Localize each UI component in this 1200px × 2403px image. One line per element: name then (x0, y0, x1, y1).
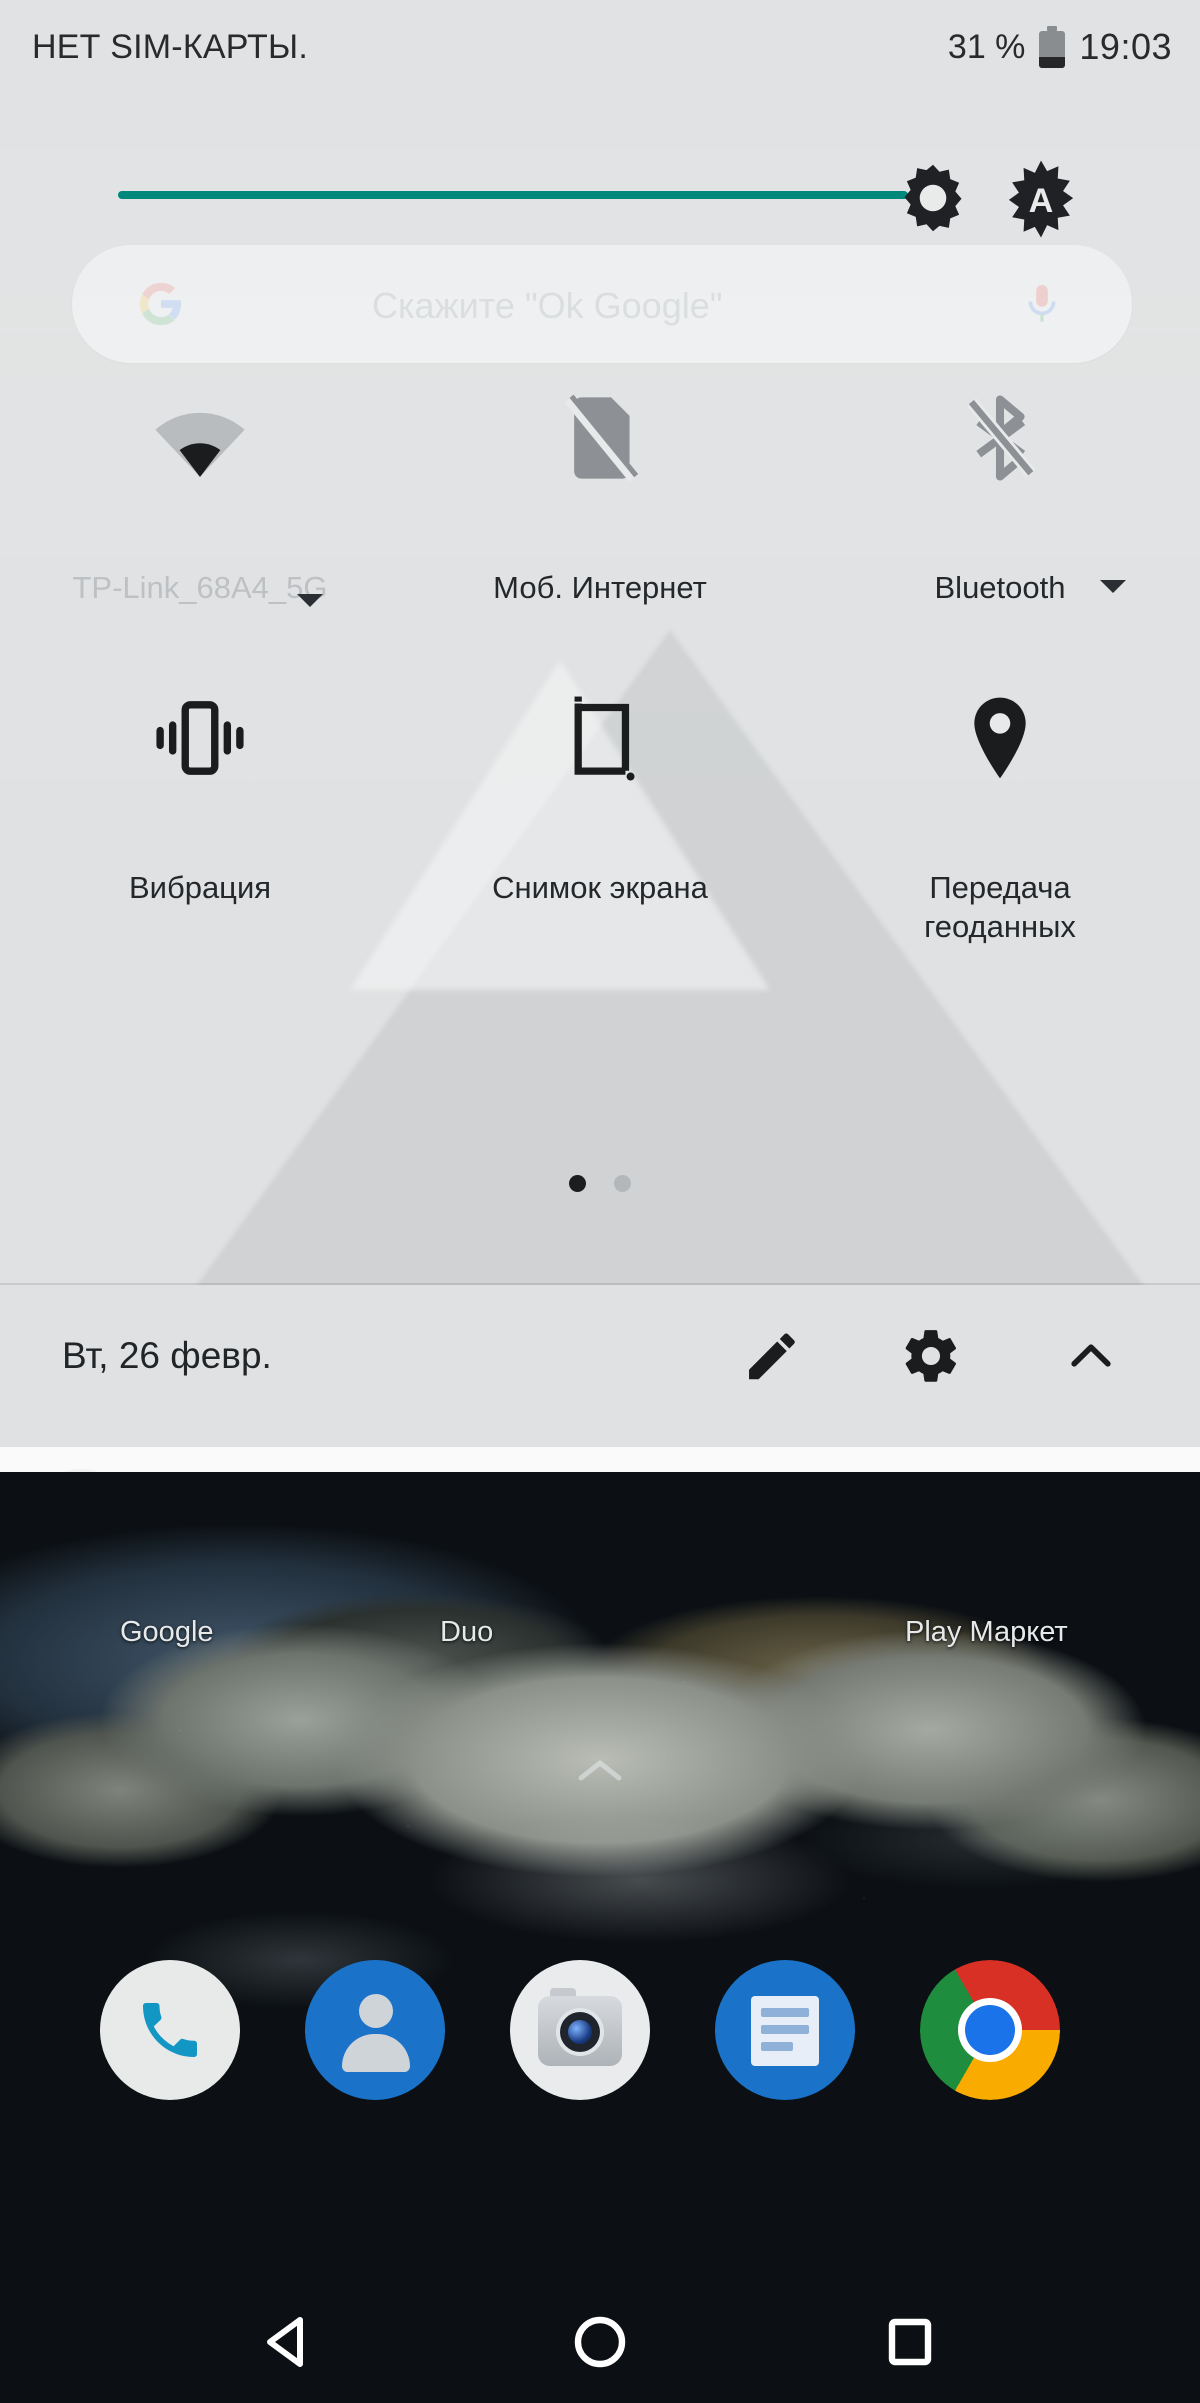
chrome-icon (920, 1960, 1060, 2100)
chevron-up-icon[interactable] (1060, 1325, 1122, 1387)
dock (0, 1960, 1200, 2130)
gear-icon[interactable] (900, 1325, 962, 1387)
google-search-bar[interactable]: Скажите "Ok Google" (72, 245, 1132, 363)
carrier-label: НЕТ SIM-КАРТЫ. (32, 28, 308, 66)
microphone-icon[interactable] (1022, 281, 1062, 329)
notification-shade: НЕТ SIM-КАРТЫ. 31 % 19:03 A Скажите "Ok … (0, 0, 1200, 1472)
status-bar-right: 31 % 19:03 (948, 26, 1172, 68)
folder-label-duo[interactable]: Duo (440, 1616, 493, 1649)
notification-antutu[interactable]: 23℃/73,4℉ Темп. батареи (0, 1447, 1200, 1472)
wifi-icon (0, 378, 400, 498)
sim-off-icon (400, 378, 800, 498)
battery-low-icon (1039, 26, 1066, 68)
quick-tile-label-mobile-data: Моб. Интернет (493, 570, 707, 605)
quick-settings-footer: Вт, 26 февр. (0, 1285, 1200, 1437)
antutu-flame-icon (32, 1469, 130, 1472)
quick-tile-bluetooth[interactable]: Bluetooth (800, 378, 1200, 607)
contacts-icon-body (342, 2034, 410, 2072)
quick-settings-tiles: TP-Link_68A4_5G Моб. Интернет Bluetooth … (0, 378, 1200, 998)
vibration-icon (0, 678, 400, 798)
clock-label: 19:03 (1079, 26, 1172, 67)
status-bar: НЕТ SIM-КАРТЫ. 31 % 19:03 (0, 0, 1200, 100)
back-triangle-icon[interactable] (250, 2302, 330, 2382)
page-dot-1[interactable] (568, 1175, 586, 1192)
brightness-sun-icon[interactable] (895, 160, 971, 236)
wifi-chevron-down-icon[interactable] (297, 594, 323, 607)
quick-settings-page-indicator[interactable] (0, 1175, 1200, 1197)
recents-square-icon[interactable] (870, 2302, 950, 2382)
location-pin-icon (800, 678, 1200, 798)
dock-icon-chrome[interactable] (920, 1960, 1060, 2100)
phone-icon (134, 1994, 206, 2066)
quick-tile-mobile-data[interactable]: Моб. Интернет (400, 378, 800, 607)
camera-icon-lens (568, 2020, 592, 2044)
dock-icon-camera[interactable] (510, 1960, 650, 2100)
dock-icon-messages[interactable] (715, 1960, 855, 2100)
folder-label-play-market[interactable]: Play Маркет (905, 1616, 1068, 1649)
quick-tile-label-screenshot: Снимок экрана (492, 870, 708, 905)
auto-brightness-icon[interactable]: A (1000, 158, 1082, 240)
homescreen-folder-labels: Google Duo Play Маркет (0, 1612, 1200, 1672)
quick-tile-screenshot[interactable]: Снимок экрана (400, 678, 800, 907)
quick-tile-label-wifi: TP-Link_68A4_5G (72, 570, 328, 605)
quick-tile-label-bluetooth: Bluetooth (934, 570, 1066, 605)
phone-screen: Google Duo Play Маркет НЕТ SIM-КАРТЫ. 31… (0, 0, 1200, 2403)
app-drawer-chevron-up-icon[interactable] (575, 1754, 625, 1788)
screenshot-icon (400, 678, 800, 798)
folder-label-google[interactable]: Google (120, 1616, 214, 1649)
brightness-slider-fill (118, 191, 908, 199)
navigation-bar (0, 2280, 1200, 2403)
google-g-icon (138, 281, 184, 327)
quick-tile-wifi[interactable]: TP-Link_68A4_5G (0, 378, 400, 607)
pencil-icon[interactable] (740, 1325, 802, 1387)
bluetooth-off-icon (800, 378, 1200, 498)
home-circle-icon[interactable] (560, 2302, 640, 2382)
brightness-slider[interactable] (118, 191, 908, 199)
quick-tile-label-vibration: Вибрация (128, 870, 272, 905)
contacts-icon (359, 1994, 393, 2028)
dock-icon-contacts[interactable] (305, 1960, 445, 2100)
page-dot-2[interactable] (614, 1175, 632, 1192)
dock-icon-phone[interactable] (100, 1960, 240, 2100)
quick-settings-row-2: Вибрация Снимок экрана Передача геоданны… (0, 678, 1200, 998)
bluetooth-chevron-down-icon[interactable] (1100, 580, 1126, 593)
quick-tile-vibration[interactable]: Вибрация (0, 678, 400, 907)
brightness-slider-row[interactable]: A (0, 160, 1200, 240)
footer-date-label: Вт, 26 февр. (62, 1335, 272, 1376)
messages-icon (751, 1996, 819, 2066)
quick-tile-location[interactable]: Передача геоданных (800, 678, 1200, 946)
quick-tile-label-location: Передача геоданных (924, 870, 1076, 944)
battery-percent-label: 31 % (947, 27, 1026, 66)
svg-text:A: A (1029, 182, 1054, 220)
search-placeholder-text: Скажите "Ok Google" (372, 285, 723, 326)
quick-settings-row-1: TP-Link_68A4_5G Моб. Интернет Bluetooth (0, 378, 1200, 678)
